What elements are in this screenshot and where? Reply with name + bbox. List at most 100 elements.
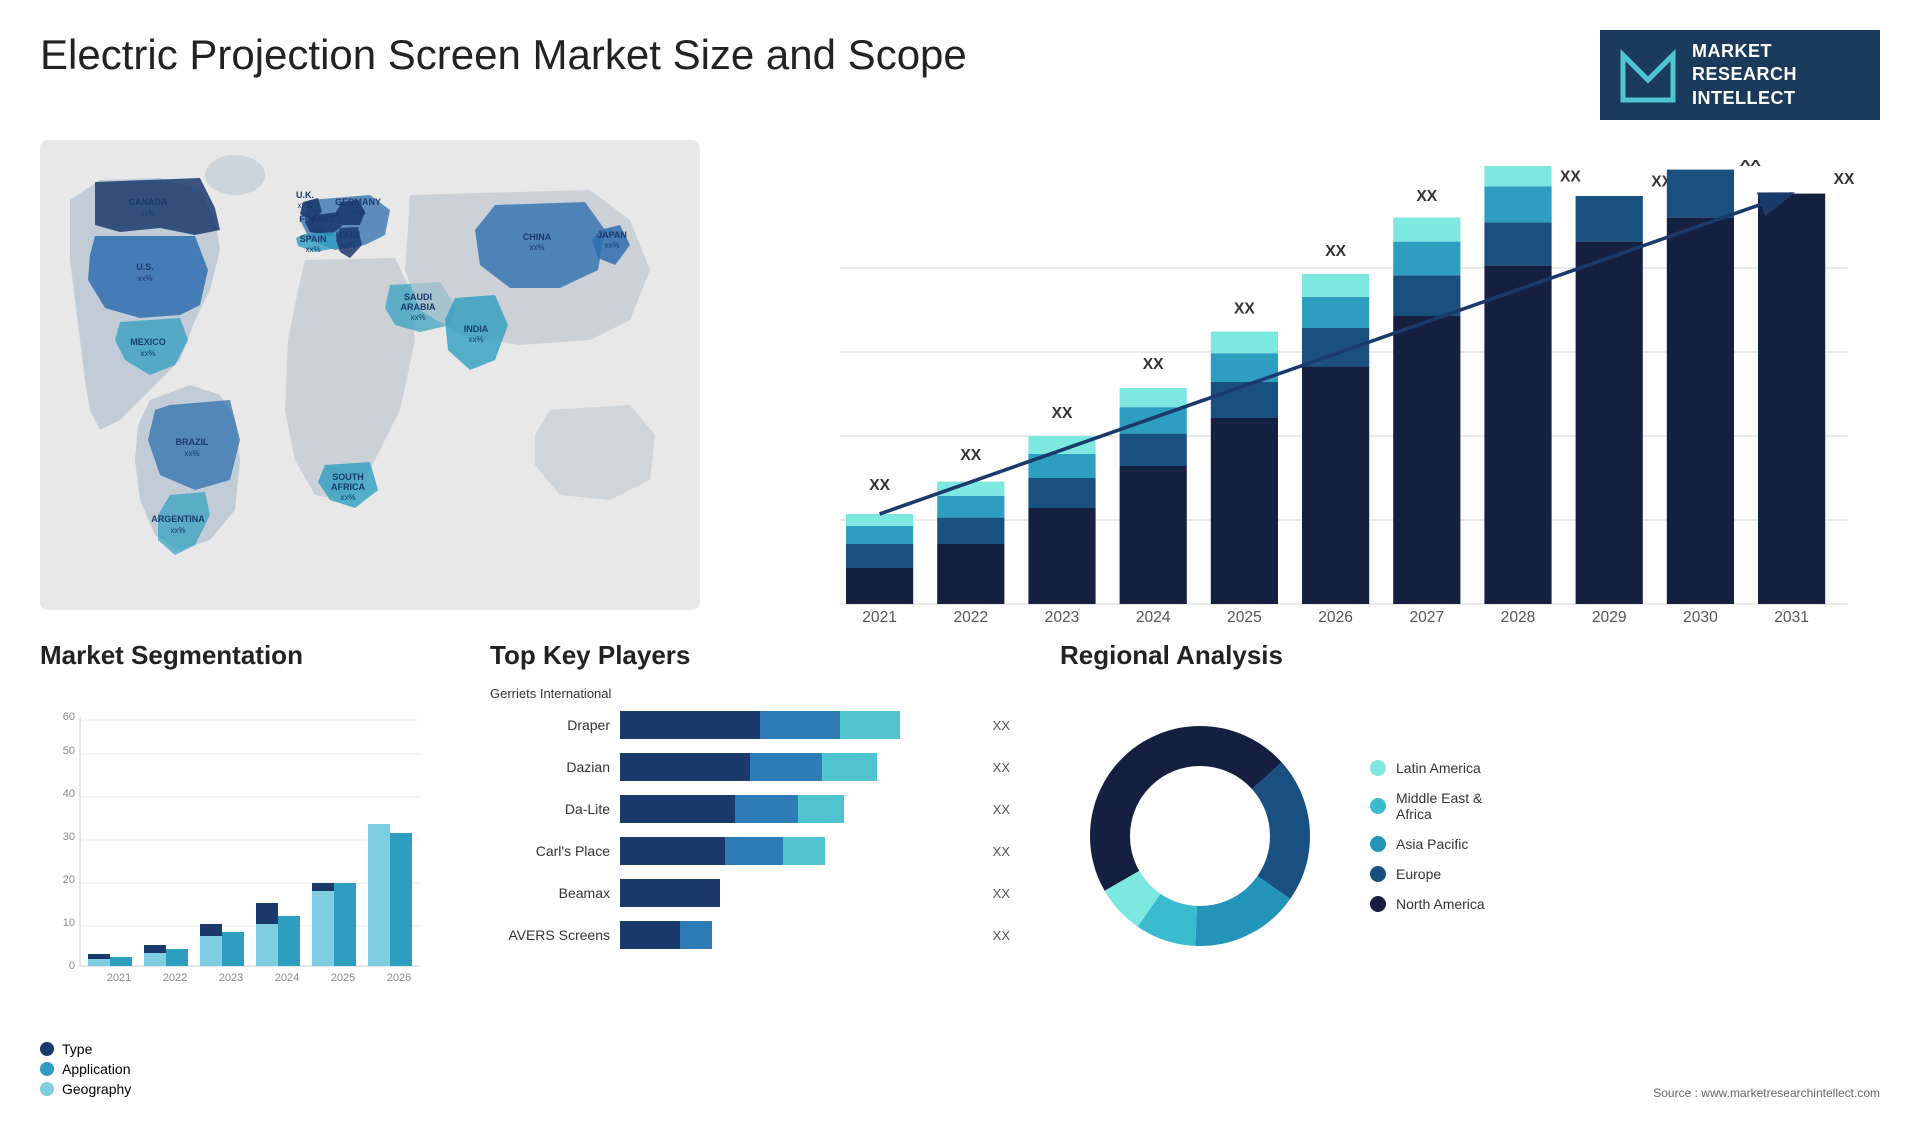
page-container: Electric Projection Screen Market Size a… xyxy=(0,0,1920,1146)
carls-seg1 xyxy=(620,837,725,865)
svg-text:xx%: xx% xyxy=(340,493,355,502)
svg-text:XX: XX xyxy=(1143,356,1164,373)
application-dot xyxy=(40,1062,54,1076)
seg-legend-geography: Geography xyxy=(40,1081,440,1097)
svg-text:2022: 2022 xyxy=(163,972,187,984)
draper-seg1 xyxy=(620,711,760,739)
source-text: Source : www.marketresearchintellect.com xyxy=(1060,1076,1880,1100)
bar-chart-svg: 2021 XX 2022 XX 2023 XX xyxy=(780,160,1860,700)
world-map-container: CANADA xx% U.S. xx% MEXICO xx% BRAZIL xx… xyxy=(40,140,700,610)
beamax-xx: XX xyxy=(993,886,1010,901)
svg-text:2031: 2031 xyxy=(1774,609,1809,626)
world-map-svg: CANADA xx% U.S. xx% MEXICO xx% BRAZIL xx… xyxy=(40,140,700,610)
carls-seg3 xyxy=(783,837,825,865)
legend-latin-america: Latin America xyxy=(1370,760,1485,776)
svg-text:AFRICA: AFRICA xyxy=(331,482,365,492)
svg-text:xx%: xx% xyxy=(305,245,320,254)
svg-text:xx%: xx% xyxy=(137,274,152,283)
svg-text:xx%: xx% xyxy=(468,335,483,344)
svg-text:2025: 2025 xyxy=(1227,609,1262,626)
svg-text:2023: 2023 xyxy=(219,972,243,984)
svg-text:MEXICO: MEXICO xyxy=(130,337,166,347)
svg-text:XX: XX xyxy=(1560,169,1581,186)
svg-text:XX: XX xyxy=(1234,301,1255,318)
segmentation-title: Market Segmentation xyxy=(40,640,440,671)
svg-text:50: 50 xyxy=(63,745,75,757)
player-row-dalite: Da-Lite XX xyxy=(490,795,1010,823)
dalite-seg1 xyxy=(620,795,735,823)
player-row-avers: AVERS Screens XX xyxy=(490,921,1010,949)
svg-text:2024: 2024 xyxy=(275,972,299,984)
segmentation-container: Market Segmentation 0 10 20 30 40 50 60 xyxy=(40,640,440,1100)
middle-east-label: Middle East &Africa xyxy=(1396,790,1482,822)
svg-text:10: 10 xyxy=(63,917,75,929)
svg-text:xx%: xx% xyxy=(604,241,619,250)
svg-text:ITALY: ITALY xyxy=(336,230,361,240)
legend-north-america: North America xyxy=(1370,896,1485,912)
svg-text:XX: XX xyxy=(1325,243,1346,260)
svg-text:CHINA: CHINA xyxy=(523,232,552,242)
legend-asia-pacific: Asia Pacific xyxy=(1370,836,1485,852)
draper-seg2 xyxy=(760,711,840,739)
application-label: Application xyxy=(62,1061,131,1077)
north-america-dot xyxy=(1370,896,1386,912)
svg-text:20: 20 xyxy=(63,874,75,886)
players-header-label: Gerriets International xyxy=(490,686,611,701)
svg-text:2022: 2022 xyxy=(953,609,988,626)
latin-america-label: Latin America xyxy=(1396,760,1481,776)
svg-text:xx%: xx% xyxy=(140,209,155,218)
svg-text:xx%: xx% xyxy=(529,243,544,252)
player-name-carls: Carl's Place xyxy=(490,843,610,859)
logo-box: MARKET RESEARCH INTELLECT xyxy=(1600,30,1880,120)
dalite-xx: XX xyxy=(993,802,1010,817)
player-bar-beamax xyxy=(620,879,977,907)
europe-dot xyxy=(1370,866,1386,882)
svg-text:40: 40 xyxy=(63,788,75,800)
svg-text:FRANCE: FRANCE xyxy=(299,214,337,224)
player-name-dazian: Dazian xyxy=(490,759,610,775)
dazian-seg2 xyxy=(750,753,822,781)
dazian-xx: XX xyxy=(993,760,1010,775)
svg-text:2027: 2027 xyxy=(1409,609,1444,626)
svg-text:2021: 2021 xyxy=(862,609,897,626)
seg-legend-type: Type xyxy=(40,1041,440,1057)
dalite-seg3 xyxy=(798,795,844,823)
svg-text:JAPAN: JAPAN xyxy=(597,230,627,240)
svg-text:XX: XX xyxy=(1416,188,1437,205)
svg-text:XX: XX xyxy=(1834,171,1855,188)
player-row-beamax: Beamax XX xyxy=(490,879,1010,907)
svg-text:2026: 2026 xyxy=(1318,609,1353,626)
svg-text:xx%: xx% xyxy=(184,449,199,458)
player-row-carls: Carl's Place XX xyxy=(490,837,1010,865)
svg-text:SPAIN: SPAIN xyxy=(300,234,327,244)
svg-text:BRAZIL: BRAZIL xyxy=(176,437,209,447)
player-name-dalite: Da-Lite xyxy=(490,801,610,817)
seg-legend-application: Application xyxy=(40,1061,440,1077)
svg-text:xx%: xx% xyxy=(170,526,185,535)
logo-icon xyxy=(1618,45,1678,105)
svg-text:xx%: xx% xyxy=(140,349,155,358)
dazian-seg1 xyxy=(620,753,750,781)
player-bar-dazian xyxy=(620,753,977,781)
svg-text:xx%: xx% xyxy=(340,241,355,250)
player-row-dazian: Dazian XX xyxy=(490,753,1010,781)
asia-pacific-label: Asia Pacific xyxy=(1396,836,1468,852)
type-dot xyxy=(40,1042,54,1056)
player-name-draper: Draper xyxy=(490,717,610,733)
svg-text:2024: 2024 xyxy=(1136,609,1171,626)
svg-text:XX: XX xyxy=(869,477,890,494)
dazian-seg3 xyxy=(822,753,877,781)
svg-text:SAUDI: SAUDI xyxy=(404,292,432,302)
svg-text:2028: 2028 xyxy=(1501,609,1536,626)
donut-chart-svg xyxy=(1060,696,1340,976)
svg-text:60: 60 xyxy=(63,711,75,723)
segmentation-chart-svg: 0 10 20 30 40 50 60 xyxy=(40,686,420,1026)
svg-text:SOUTH: SOUTH xyxy=(332,472,364,482)
svg-text:INDIA: INDIA xyxy=(464,324,489,334)
player-bar-draper xyxy=(620,711,977,739)
avers-seg2 xyxy=(680,921,712,949)
svg-text:xx%: xx% xyxy=(350,208,365,217)
asia-pacific-dot xyxy=(1370,836,1386,852)
draper-seg3 xyxy=(840,711,900,739)
carls-xx: XX xyxy=(993,844,1010,859)
